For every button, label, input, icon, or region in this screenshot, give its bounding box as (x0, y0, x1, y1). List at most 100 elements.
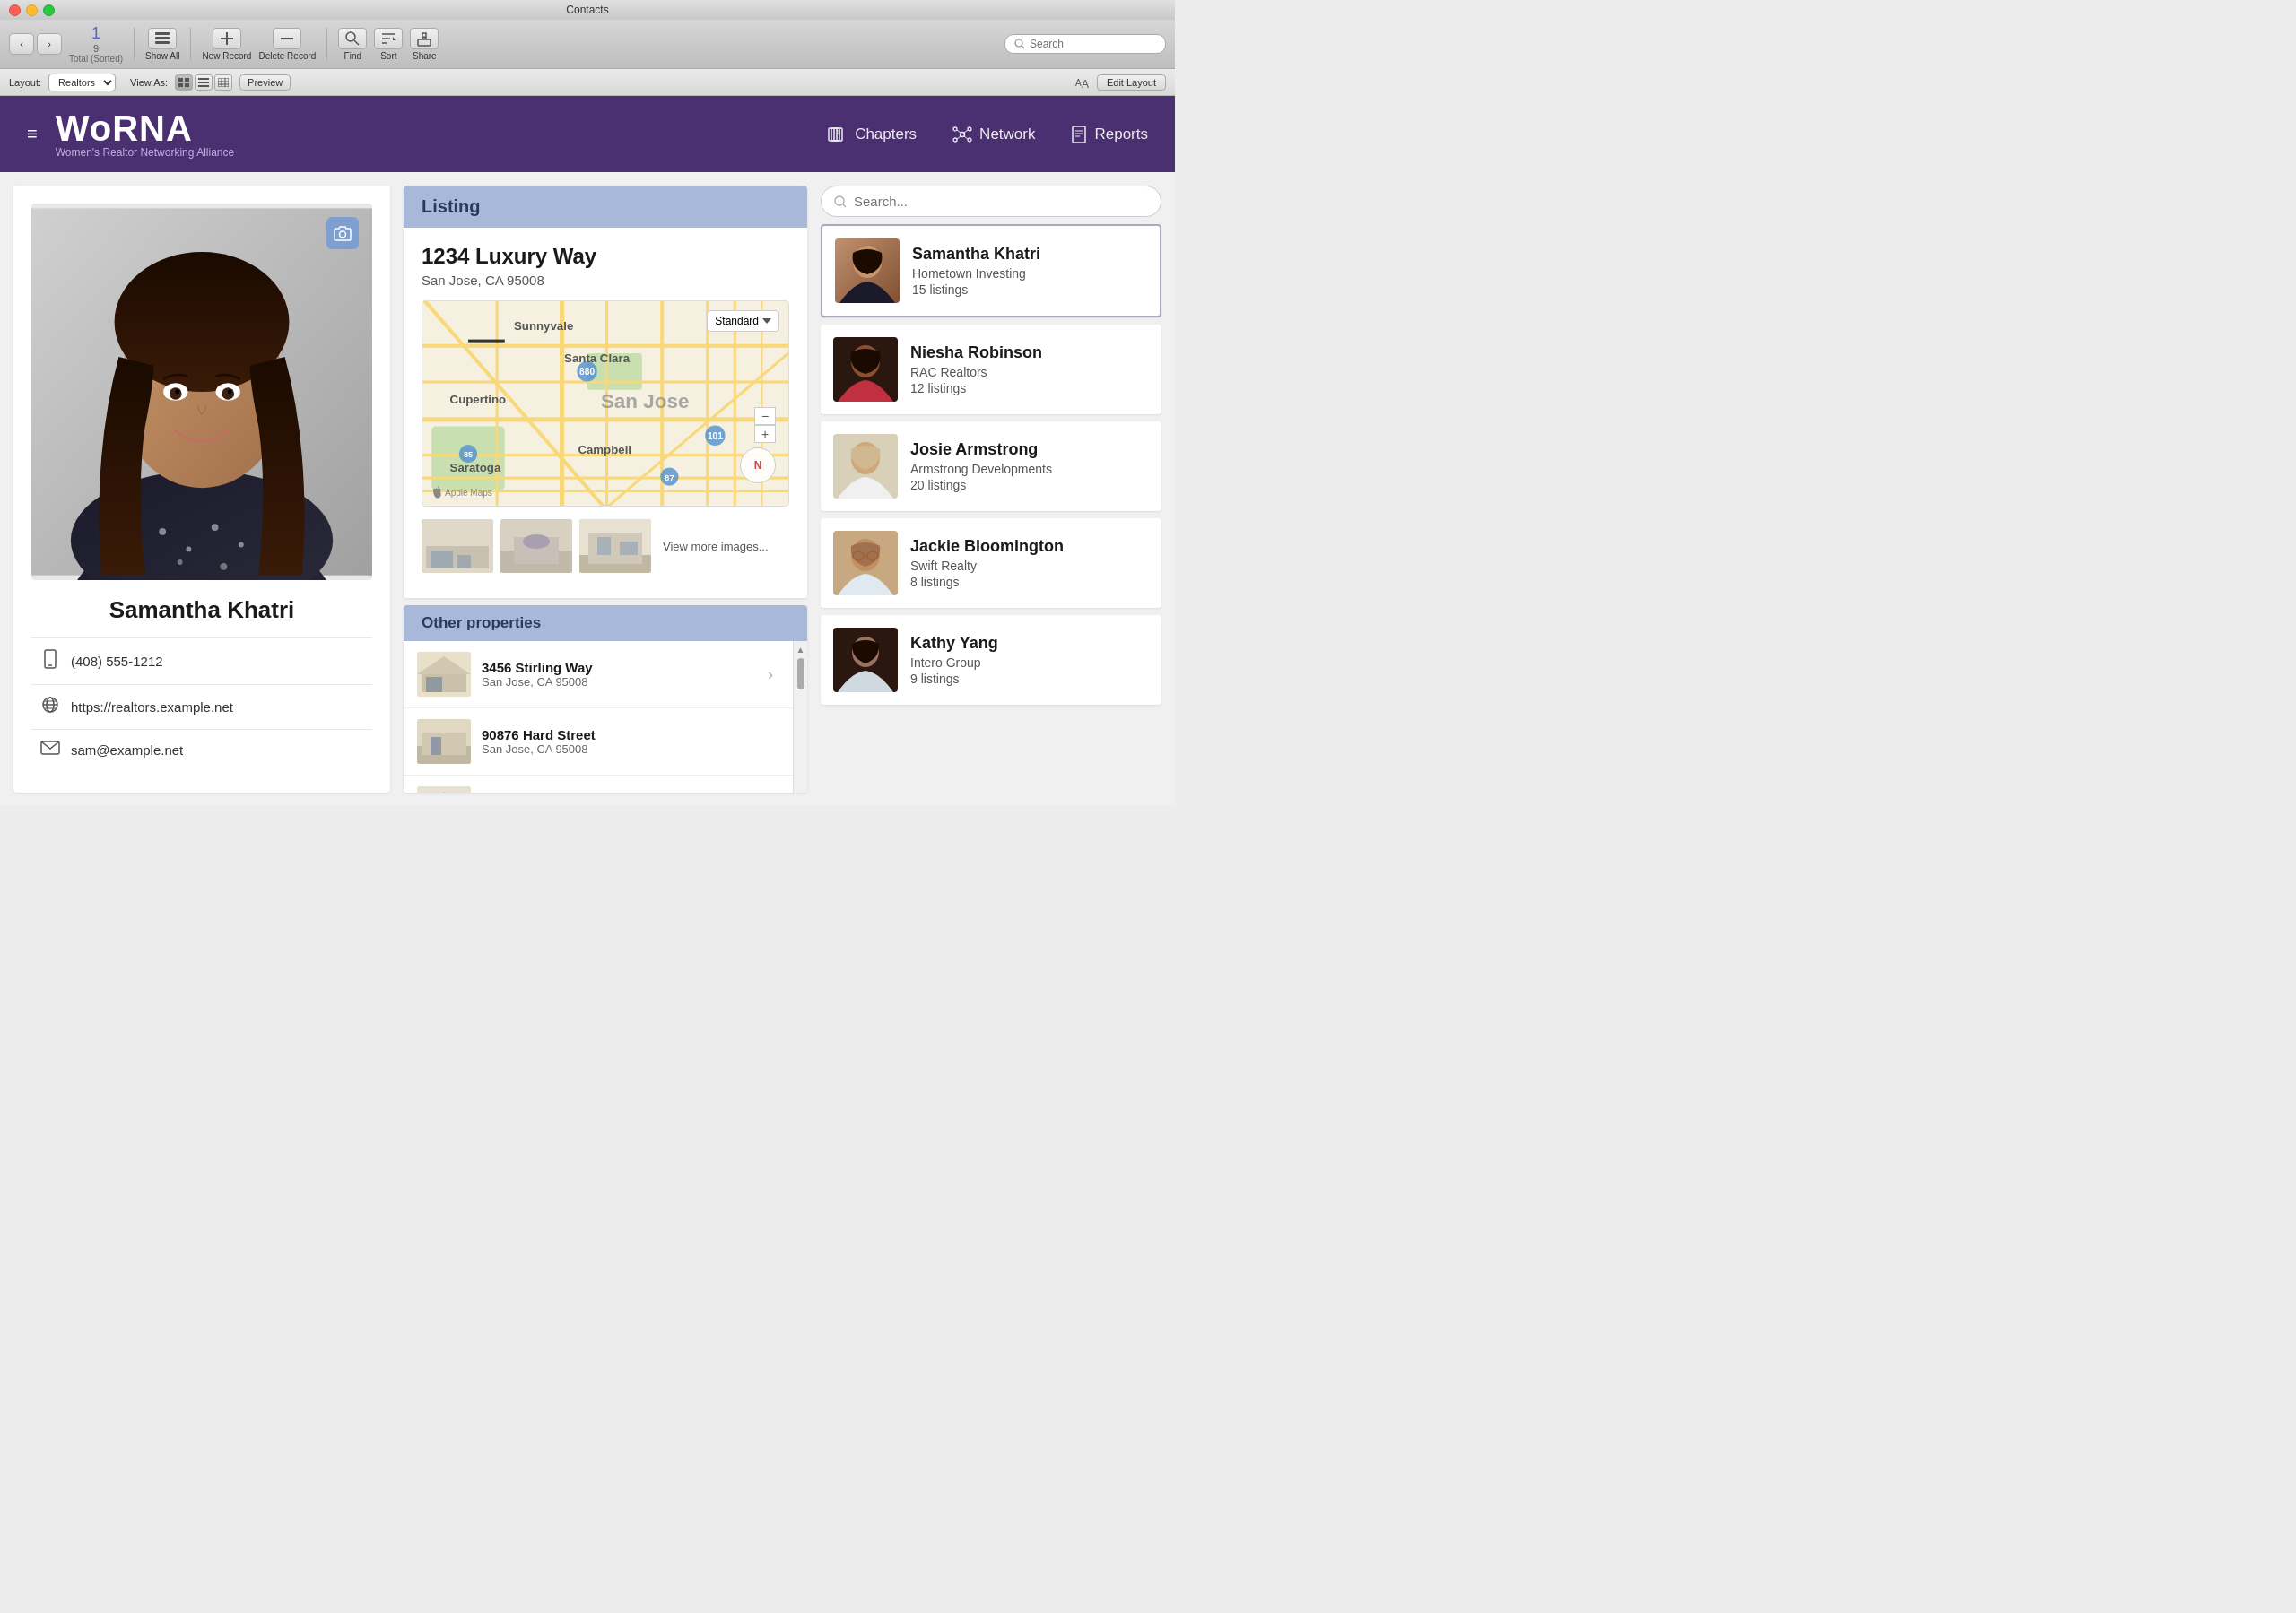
find-action[interactable]: Find (338, 28, 367, 61)
svg-rect-14 (178, 78, 183, 82)
camera-icon[interactable] (326, 217, 359, 249)
agent-listings-4: 9 listings (910, 672, 998, 686)
agent-details-0: Samantha Khatri Hometown Investing 15 li… (912, 245, 1040, 297)
listing-thumb-3[interactable] (579, 519, 651, 573)
agent-listings-0: 15 listings (912, 282, 1040, 297)
sort-label: Sort (380, 51, 396, 61)
svg-point-61 (212, 524, 219, 531)
separator-3 (326, 28, 327, 60)
svg-line-13 (1022, 46, 1024, 48)
property-thumb-1 (417, 719, 471, 764)
svg-rect-28 (829, 128, 837, 141)
svg-point-131 (835, 196, 844, 205)
agent-photo-4 (833, 628, 898, 692)
listing-thumb-2[interactable] (500, 519, 572, 573)
search-icon (1014, 39, 1025, 49)
property-item-0[interactable]: 3456 Stirling Way San Jose, CA 95008 › (404, 641, 807, 708)
nav-network[interactable]: Network (952, 126, 1035, 143)
svg-point-55 (170, 387, 182, 400)
svg-point-56 (222, 387, 234, 400)
records-label: Total (Sorted) (69, 54, 123, 64)
scroll-up-button[interactable]: ▲ (796, 645, 805, 655)
network-icon (952, 126, 972, 143)
other-properties-card: Other properties ▲ ▼ 3456 Stirling Way S… (404, 605, 807, 793)
svg-rect-87 (706, 301, 709, 506)
map-zoom-out[interactable]: − (754, 407, 776, 425)
layout-select[interactable]: Realtors (48, 74, 116, 91)
search-input[interactable] (1030, 38, 1155, 50)
view-more-images[interactable]: View more images... (663, 540, 769, 553)
svg-rect-126 (430, 737, 441, 755)
delete-record-icon (273, 28, 301, 49)
agent-card-1[interactable]: Niesha Robinson RAC Realtors 12 listings (821, 325, 1161, 414)
listing-body: 1234 Luxury Way San Jose, CA 95008 (404, 228, 807, 598)
svg-point-33 (961, 132, 965, 136)
share-label: Share (413, 51, 437, 61)
scroll-bar: ▲ ▼ (793, 641, 807, 793)
view-list-button[interactable] (195, 74, 213, 91)
title-bar: Contacts (0, 0, 1175, 20)
svg-rect-88 (734, 301, 736, 506)
svg-rect-5 (281, 38, 293, 39)
agent-card-2[interactable]: Josie Armstrong Armstrong Developments 2… (821, 421, 1161, 511)
view-form-button[interactable] (175, 74, 193, 91)
agents-search-input[interactable] (854, 194, 1148, 209)
agent-card-4[interactable]: Kathy Yang Intero Group 9 listings (821, 615, 1161, 705)
property-item-2[interactable]: 135 Cottage Rd. San Jose, CA 95008 (404, 776, 807, 793)
minimize-button[interactable] (26, 4, 38, 16)
contact-phone-field: (408) 555-1212 (31, 637, 372, 684)
menu-icon[interactable]: ≡ (27, 124, 38, 144)
preview-button[interactable]: Preview (239, 74, 291, 91)
contact-email-field: sam@example.net (31, 729, 372, 770)
listing-thumb-1[interactable] (422, 519, 493, 573)
svg-point-12 (1015, 39, 1022, 47)
map-zoom-in[interactable]: + (754, 425, 776, 443)
nav-back-button[interactable]: ‹ (9, 33, 34, 55)
map-standard-control[interactable]: Standard (707, 310, 779, 332)
agent-details-1: Niesha Robinson RAC Realtors 12 listings (910, 343, 1042, 395)
agent-card-0[interactable]: Samantha Khatri Hometown Investing 15 li… (821, 224, 1161, 317)
new-record-action[interactable]: New Record (202, 28, 251, 61)
other-properties-header: Other properties (404, 605, 807, 641)
window-controls (9, 4, 55, 16)
svg-rect-19 (198, 82, 209, 83)
nav-reports[interactable]: Reports (1071, 126, 1148, 143)
svg-line-132 (843, 204, 846, 207)
search-bar[interactable] (1004, 34, 1166, 54)
property-item-1[interactable]: 90876 Hard Street San Jose, CA 95008 (404, 708, 807, 776)
nav-forward-button[interactable]: › (37, 33, 62, 55)
view-table-button[interactable] (214, 74, 232, 91)
share-action[interactable]: Share (410, 28, 439, 61)
agent-listings-1: 12 listings (910, 381, 1042, 395)
svg-rect-106 (468, 340, 505, 343)
maximize-button[interactable] (43, 4, 55, 16)
reports-icon (1071, 126, 1087, 143)
svg-text:101: 101 (708, 431, 723, 441)
listing-images: View more images... (422, 519, 789, 573)
find-icon (338, 28, 367, 49)
svg-line-39 (964, 130, 968, 133)
sort-action[interactable]: Sort (374, 28, 403, 61)
svg-text:A: A (1075, 78, 1082, 88)
svg-rect-15 (185, 78, 189, 82)
contact-info: (408) 555-1212 https://realtors.example.… (31, 637, 372, 770)
svg-text:A: A (1082, 78, 1089, 90)
nav-chapters[interactable]: Chapters (828, 126, 917, 143)
svg-rect-11 (418, 39, 430, 46)
sort-icon (374, 28, 403, 49)
brand-name: WoRNA (56, 110, 235, 146)
agents-search-bar[interactable] (821, 186, 1161, 217)
agent-listings-2: 20 listings (910, 478, 1052, 492)
svg-rect-29 (831, 128, 839, 141)
photo-container (31, 204, 372, 580)
chevron-right-0: › (768, 665, 773, 684)
svg-line-38 (957, 130, 961, 133)
edit-layout-button[interactable]: Edit Layout (1097, 74, 1166, 91)
contact-name: Samantha Khatri (109, 596, 295, 624)
contact-email: sam@example.net (71, 742, 183, 758)
toolbar: ‹ › 1 9 Total (Sorted) Show All New Reco… (0, 20, 1175, 69)
agent-card-3[interactable]: Jackie Bloomington Swift Realty 8 listin… (821, 518, 1161, 608)
close-button[interactable] (9, 4, 21, 16)
delete-record-action[interactable]: Delete Record (258, 28, 316, 61)
show-all-action[interactable]: Show All (145, 28, 179, 61)
